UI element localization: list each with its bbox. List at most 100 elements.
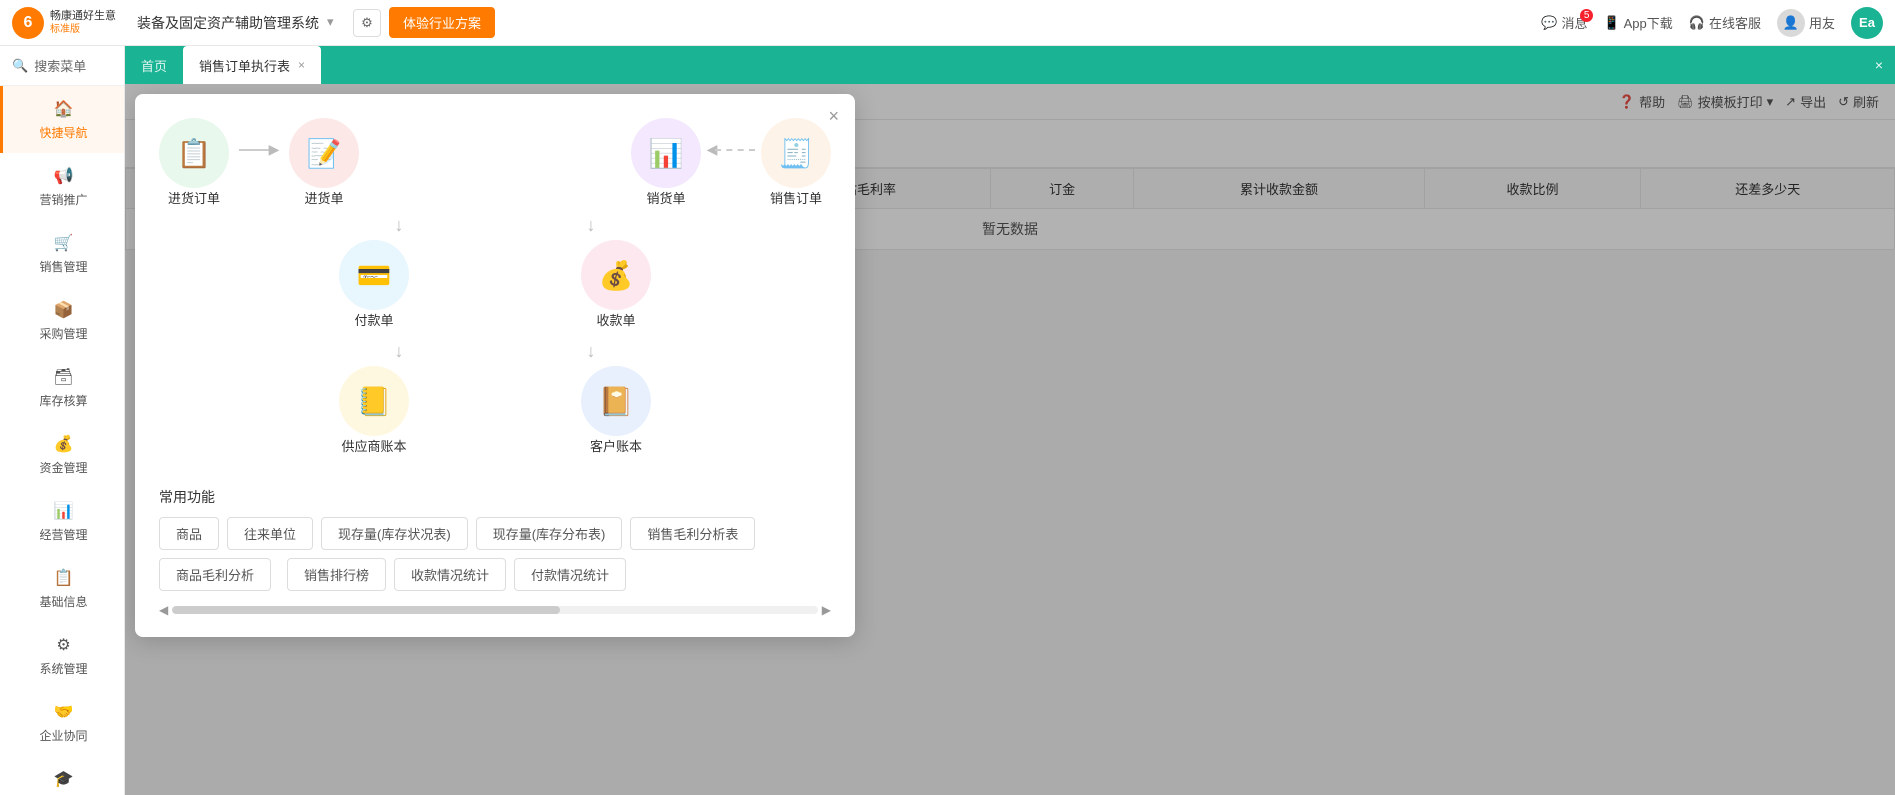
receipt-label: 收款单: [596, 310, 635, 329]
sales-icon: 🛒: [53, 232, 75, 254]
app-icon: 📱: [1603, 15, 1619, 31]
sidebar-label-system: 系统管理: [39, 660, 87, 677]
sidebar-item-finance[interactable]: 💰 资金管理: [0, 421, 124, 488]
flow-node-customer-ledger[interactable]: 📔 客户账本: [581, 366, 651, 455]
arrow-purchase-to-bill: ▶: [229, 141, 289, 184]
func-btn-contact[interactable]: 往来单位: [227, 517, 313, 550]
sidebar-label-purchase: 采购管理: [39, 325, 87, 342]
sidebar-label-enterprise: 企业协同: [39, 727, 87, 744]
func-btn-product-gross[interactable]: 商品毛利分析: [159, 558, 271, 591]
sidebar-item-basic-info[interactable]: 📋 基础信息: [0, 555, 124, 622]
tab-sales-order-exec[interactable]: 销售订单执行表 ×: [183, 46, 321, 84]
scrollbar-left-arrow[interactable]: ◀: [159, 603, 168, 617]
settings-icon[interactable]: ⚙: [353, 9, 381, 37]
common-functions-title: 常用功能: [159, 487, 831, 507]
sidebar-label-inventory: 库存核算: [39, 392, 87, 409]
message-icon: 💬: [1541, 15, 1557, 31]
sidebar-label-quick-nav: 快捷导航: [39, 124, 87, 141]
experience-button[interactable]: 体验行业方案: [389, 7, 495, 38]
receipt-icon: 💰: [581, 240, 651, 310]
supplier-ledger-icon: 📒: [339, 366, 409, 436]
sales-order-label: 销售订单: [770, 188, 822, 207]
tab-close-icon[interactable]: ×: [298, 58, 305, 72]
sidebar-label-basic-info: 基础信息: [39, 593, 87, 610]
logo-line1: 畅康通好生意: [50, 9, 116, 23]
tab-bar-close-icon[interactable]: ×: [1875, 57, 1883, 73]
newbie-icon: 🎓: [53, 768, 75, 790]
flow-row-3: 📒 供应商账本 📔 客户账本: [159, 366, 831, 455]
flow-node-sales-order[interactable]: 🧾 销售订单: [761, 118, 831, 207]
support-icon: 🎧: [1689, 15, 1705, 31]
func-btn-stock-dist[interactable]: 现存量(库存分布表): [476, 517, 623, 550]
purchase-order-label: 进货订单: [168, 188, 220, 207]
sidebar-item-newbie[interactable]: 🎓 新手引导: [0, 756, 124, 795]
flow-node-receipt[interactable]: 💰 收款单: [581, 240, 651, 329]
supplier-ledger-label: 供应商账本: [341, 436, 406, 455]
modal-overlay[interactable]: × 📋 进货订单 ▶: [125, 84, 1895, 795]
scrollbar-thumb: [172, 606, 559, 614]
flow-diagram: 📋 进货订单 ▶ 📝 进货单: [159, 118, 831, 463]
modal-scrollbar: ◀ ▶: [159, 603, 831, 617]
online-support-button[interactable]: 🎧 在线客服: [1689, 13, 1761, 32]
sidebar-label-operations: 经营管理: [39, 526, 87, 543]
user-area[interactable]: 👤 用友: [1777, 9, 1835, 37]
func-btn-stock-status[interactable]: 现存量(库存状况表): [321, 517, 468, 550]
flow-node-payment[interactable]: 💳 付款单: [339, 240, 409, 329]
sales-order-icon: 🧾: [761, 118, 831, 188]
basic-info-icon: 📋: [53, 567, 75, 589]
quick-nav-modal: × 📋 进货订单 ▶: [135, 94, 855, 637]
payment-icon: 💳: [339, 240, 409, 310]
support-label: 在线客服: [1709, 13, 1761, 32]
user-avatar: 👤: [1777, 9, 1805, 37]
tab-sales-order-label: 销售订单执行表: [199, 56, 290, 75]
func-btn-product[interactable]: 商品: [159, 517, 219, 550]
logo-icon: 6: [12, 7, 44, 39]
customer-ledger-icon: 📔: [581, 366, 651, 436]
top-header: 6 畅康通好生意 标准版 装备及固定资产辅助管理系统 ▾ ⚙ 体验行业方案 💬 …: [0, 0, 1895, 46]
system-title: 装备及固定资产辅助管理系统: [137, 13, 319, 33]
sidebar-item-inventory[interactable]: 🗃 库存核算: [0, 354, 124, 421]
tab-home-label: 首页: [141, 56, 167, 75]
flow-node-sales-bill[interactable]: 📊 销货单: [631, 118, 701, 207]
logo-area: 6 畅康通好生意 标准版: [12, 7, 137, 39]
func-btn-sales-gross[interactable]: 销售毛利分析表: [630, 517, 755, 550]
scrollbar-track[interactable]: [172, 606, 818, 614]
quick-nav-icon: 🏠: [53, 98, 75, 120]
marketing-icon: 📢: [53, 165, 75, 187]
sidebar: 🔍 搜索菜单 🏠 快捷导航 📢 营销推广 🛒 销售管理 📦 采购管理 🗃 库存核…: [0, 46, 125, 795]
sidebar-item-sales[interactable]: 🛒 销售管理: [0, 220, 124, 287]
message-button[interactable]: 💬 消息 5: [1541, 13, 1587, 32]
common-functions: 常用功能 商品 往来单位 现存量(库存状况表) 现存量(库存分布表) 销售毛利分…: [159, 487, 831, 591]
sidebar-item-purchase[interactable]: 📦 采购管理: [0, 287, 124, 354]
title-dropdown-icon[interactable]: ▾: [327, 14, 345, 32]
main-layout: 🔍 搜索菜单 🏠 快捷导航 📢 营销推广 🛒 销售管理 📦 采购管理 🗃 库存核…: [0, 46, 1895, 795]
app-download-button[interactable]: 📱 App下载: [1603, 13, 1672, 32]
scrollbar-right-arrow[interactable]: ▶: [822, 603, 831, 617]
func-btn-receipt-stats[interactable]: 收款情况统计: [394, 558, 506, 591]
app-label: App下载: [1624, 13, 1673, 32]
flow-node-purchase-order[interactable]: 📋 进货订单: [159, 118, 229, 207]
sidebar-item-quick-nav[interactable]: 🏠 快捷导航: [0, 86, 124, 153]
sidebar-search[interactable]: 🔍 搜索菜单: [0, 46, 124, 86]
finance-icon: 💰: [53, 433, 75, 455]
user-name: 用友: [1809, 13, 1835, 32]
sidebar-item-enterprise[interactable]: 🤝 企业协同: [0, 689, 124, 756]
sidebar-label-sales: 销售管理: [39, 258, 87, 275]
func-btn-sales-rank[interactable]: 销售排行榜: [287, 558, 386, 591]
customer-ledger-label: 客户账本: [590, 436, 642, 455]
sidebar-item-operations[interactable]: 📊 经营管理: [0, 488, 124, 555]
sidebar-item-system[interactable]: ⚙ 系统管理: [0, 622, 124, 689]
modal-close-button[interactable]: ×: [828, 106, 839, 127]
func-btn-payment-stats[interactable]: 付款情况统计: [514, 558, 626, 591]
tab-bar: 首页 销售订单执行表 × ×: [125, 46, 1895, 84]
ea-avatar: Ea: [1851, 7, 1883, 39]
payment-label: 付款单: [354, 310, 393, 329]
header-right: 💬 消息 5 📱 App下载 🎧 在线客服 👤 用友 Ea: [1541, 7, 1883, 39]
arrow-sales-dashed: ◀: [701, 141, 761, 184]
flow-node-supplier-ledger[interactable]: 📒 供应商账本: [339, 366, 409, 455]
func-buttons: 商品 往来单位 现存量(库存状况表) 现存量(库存分布表) 销售毛利分析表 商品…: [159, 517, 831, 591]
sales-bill-icon: 📊: [631, 118, 701, 188]
tab-home[interactable]: 首页: [125, 46, 183, 84]
flow-node-purchase-bill[interactable]: 📝 进货单: [289, 118, 359, 207]
sidebar-item-marketing[interactable]: 📢 营销推广: [0, 153, 124, 220]
